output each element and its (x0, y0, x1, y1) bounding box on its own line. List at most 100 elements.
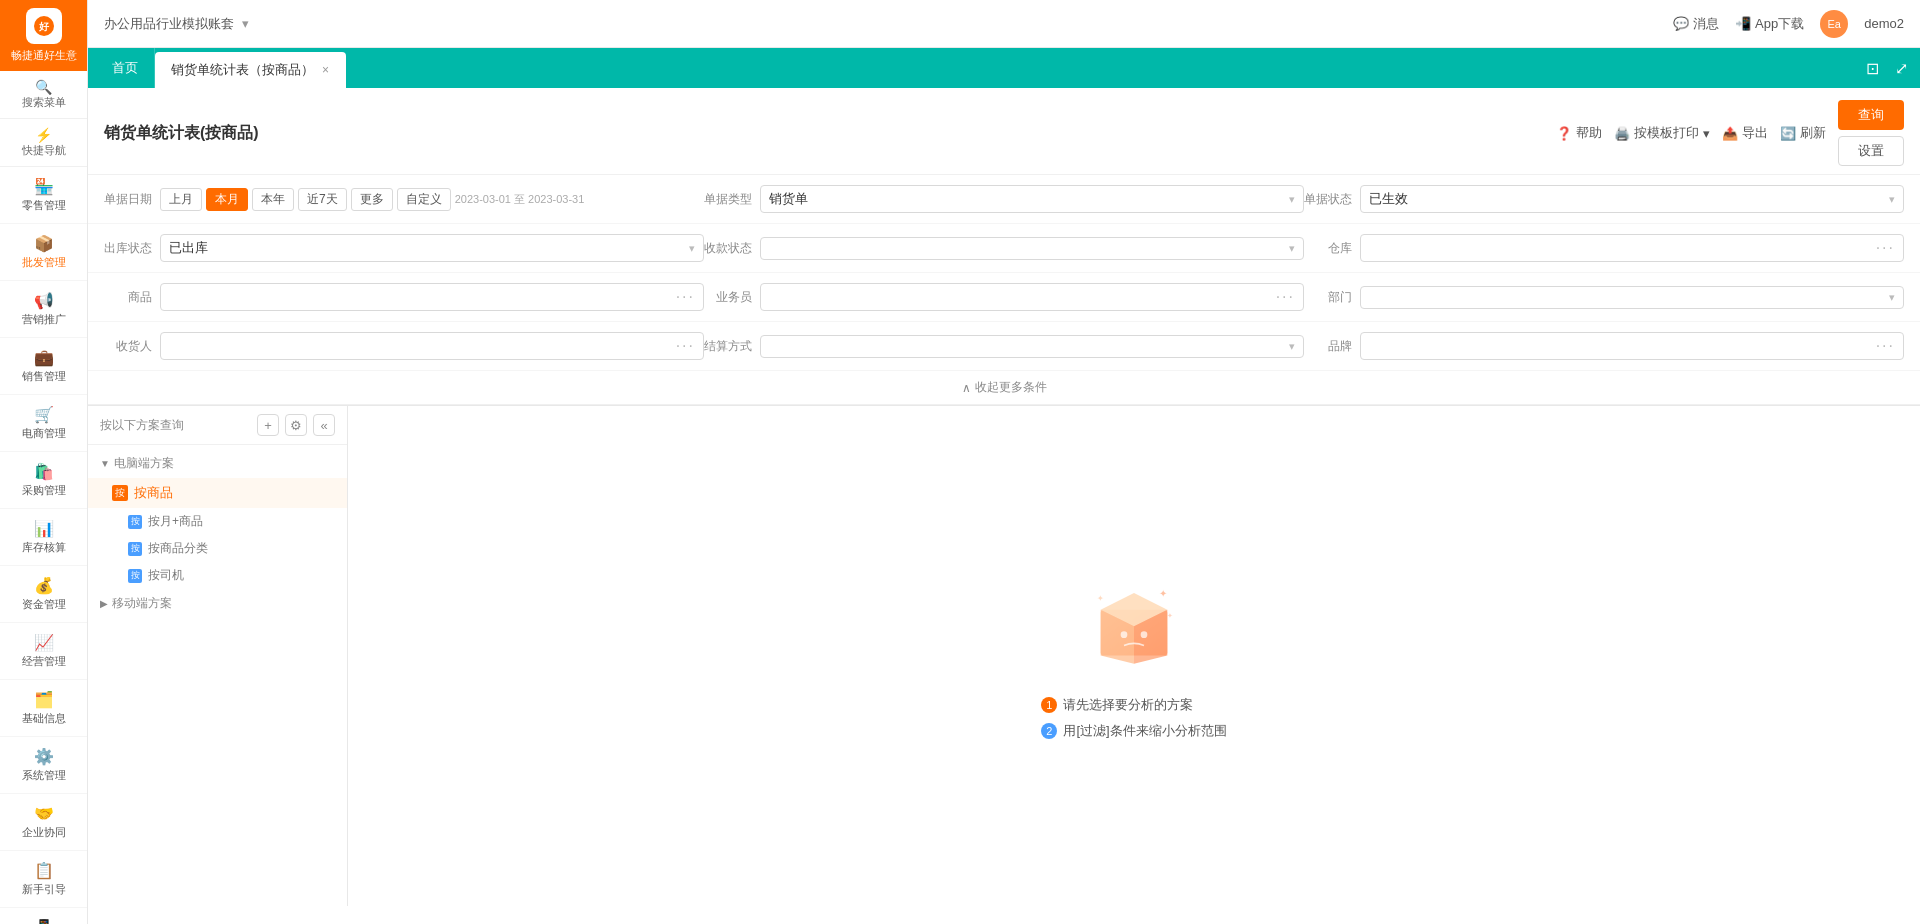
refresh-button[interactable]: 🔄 刷新 (1780, 124, 1826, 142)
warehouse-dots-icon: ··· (1876, 239, 1895, 257)
scheme-by-goods[interactable]: 按 按商品 (88, 478, 347, 508)
status-arrow-icon: ▾ (1889, 193, 1895, 206)
filter-area: 单据日期 上月 本月 本年 近7天 更多 自定义 2023-03-01 至 20… (88, 175, 1920, 406)
payment-label: 结算方式 (704, 338, 752, 355)
sidebar-item-marketing[interactable]: 📢 营销推广 (0, 281, 87, 338)
receipt-select[interactable]: ▾ (760, 237, 1304, 260)
date-btn-7days[interactable]: 近7天 (298, 188, 347, 211)
panel-header: 按以下方案查询 + ⚙ « (88, 406, 347, 445)
staff-label: 业务员 (704, 289, 752, 306)
goods-label: 商品 (104, 289, 152, 306)
filter-date-field: 单据日期 上月 本月 本年 近7天 更多 自定义 2023-03-01 至 20… (104, 188, 704, 211)
sub-icon-category: 按 (128, 542, 142, 556)
sidebar-item-appstore[interactable]: 📱 应用中心 (0, 908, 87, 924)
scheme-tree: ▼ 电脑端方案 按 按商品 按 按月+商品 按 (88, 445, 347, 622)
receiver-input[interactable]: ··· (160, 332, 704, 360)
desktop-arrow-icon: ▼ (100, 458, 110, 469)
brand-label: 品牌 (1304, 338, 1352, 355)
print-button[interactable]: 🖨️ 按模板打印 ▾ (1614, 124, 1710, 142)
empty-illustration: ✦ ✦ ✦ (1084, 568, 1184, 668)
mobile-group[interactable]: ▶ 移动端方案 (88, 589, 347, 618)
header: 办公用品行业模拟账套 ▾ 💬 消息 📲 App下载 Ea demo2 (88, 0, 1920, 48)
date-btn-this-month[interactable]: 本月 (206, 188, 248, 211)
warehouse-input[interactable]: ··· (1360, 234, 1904, 262)
sidebar-logo: 好 畅捷通好生意 (0, 0, 88, 71)
staff-dots-icon: ··· (1276, 288, 1295, 306)
scheme-by-driver[interactable]: 按 按司机 (88, 562, 347, 589)
sidebar-item-enterprise[interactable]: 🤝 企业协同 (0, 794, 87, 851)
query-button[interactable]: 查询 (1838, 100, 1904, 130)
page-actions: ❓ 帮助 🖨️ 按模板打印 ▾ 📤 导出 🔄 刷新 (1556, 100, 1904, 166)
stockout-arrow-icon: ▾ (689, 242, 695, 255)
left-panel: 按以下方案查询 + ⚙ « ▼ 电脑端方案 (88, 406, 348, 906)
tip-num-1: 1 (1041, 697, 1057, 713)
payment-select[interactable]: ▾ (760, 335, 1304, 358)
sidebar-item-basic[interactable]: 🗂️ 基础信息 (0, 680, 87, 737)
date-btn-custom[interactable]: 自定义 (397, 188, 451, 211)
main-area: 办公用品行业模拟账套 ▾ 💬 消息 📲 App下载 Ea demo2 首页 销货… (88, 0, 1920, 924)
settings-button[interactable]: 设置 (1838, 136, 1904, 166)
message-button[interactable]: 💬 消息 (1673, 15, 1719, 33)
filter-staff-field: 业务员 ··· (704, 283, 1304, 311)
collapse-filter-button[interactable]: ∧ 收起更多条件 (88, 371, 1920, 405)
sidebar-item-system[interactable]: ⚙️ 系统管理 (0, 737, 87, 794)
status-select[interactable]: 已生效 ▾ (1360, 185, 1904, 213)
tab-home[interactable]: 首页 (96, 48, 155, 88)
tab-close-icon[interactable]: × (322, 63, 329, 77)
scheme-icon-goods: 按 (112, 485, 128, 501)
message-icon: 💬 (1673, 16, 1689, 31)
sidebar-item-wholesale[interactable]: 📦 批发管理 (0, 224, 87, 281)
brand-input[interactable]: ··· (1360, 332, 1904, 360)
type-select[interactable]: 销货单 ▾ (760, 185, 1304, 213)
add-scheme-button[interactable]: + (257, 414, 279, 436)
sidebar-item-finance[interactable]: 💰 资金管理 (0, 566, 87, 623)
panel-title: 按以下方案查询 (100, 417, 184, 434)
logo-icon: 好 (26, 8, 62, 44)
sidebar-search-menu[interactable]: 🔍 搜索菜单 (0, 71, 87, 119)
date-btn-more[interactable]: 更多 (351, 188, 393, 211)
desktop-group[interactable]: ▼ 电脑端方案 (88, 449, 347, 478)
sidebar-quick-nav[interactable]: ⚡ 快捷导航 (0, 119, 87, 167)
receipt-label: 收款状态 (704, 240, 752, 257)
stockout-select[interactable]: 已出库 ▾ (160, 234, 704, 262)
help-button[interactable]: ❓ 帮助 (1556, 124, 1602, 142)
date-btn-last-month[interactable]: 上月 (160, 188, 202, 211)
goods-dots-icon: ··· (676, 288, 695, 306)
payment-arrow-icon: ▾ (1289, 340, 1295, 353)
tabbar: 首页 销货单统计表（按商品） × ⊡ ⤢ (88, 48, 1920, 88)
sidebar-item-inventory[interactable]: 📊 库存核算 (0, 509, 87, 566)
username-label[interactable]: demo2 (1864, 16, 1904, 31)
export-button[interactable]: 📤 导出 (1722, 124, 1768, 142)
sidebar-item-ecommerce[interactable]: 🛒 电商管理 (0, 395, 87, 452)
print-dropdown-icon[interactable]: ▾ (1703, 126, 1710, 141)
tab-minimize-icon[interactable]: ⊡ (1862, 55, 1883, 82)
scheme-by-category[interactable]: 按 按商品分类 (88, 535, 347, 562)
date-btn-this-year[interactable]: 本年 (252, 188, 294, 211)
sidebar-item-operation[interactable]: 📈 经营管理 (0, 623, 87, 680)
sidebar-item-retail[interactable]: 🏪 零售管理 (0, 167, 87, 224)
tab-expand-icon[interactable]: ⤢ (1891, 55, 1912, 82)
sidebar-item-purchase[interactable]: 🛍️ 采购管理 (0, 452, 87, 509)
sidebar-item-guide[interactable]: 📋 新手引导 (0, 851, 87, 908)
header-dropdown-icon[interactable]: ▾ (242, 16, 249, 31)
dept-select[interactable]: ▾ (1360, 286, 1904, 309)
goods-input[interactable]: ··· (160, 283, 704, 311)
staff-input[interactable]: ··· (760, 283, 1304, 311)
empty-state: ✦ ✦ ✦ 1 请先选择要分析的方案 2 (348, 488, 1920, 824)
scheme-by-month-goods[interactable]: 按 按月+商品 (88, 508, 347, 535)
print-icon: 🖨️ (1614, 126, 1630, 141)
receiver-label: 收货人 (104, 338, 152, 355)
svg-text:✦: ✦ (1159, 588, 1167, 599)
tab-sales-statistics[interactable]: 销货单统计表（按商品） × (155, 52, 346, 88)
svg-text:✦: ✦ (1097, 593, 1104, 603)
settings-scheme-button[interactable]: ⚙ (285, 414, 307, 436)
panel-actions: + ⚙ « (257, 414, 335, 436)
collapse-panel-button[interactable]: « (313, 414, 335, 436)
page-header: 销货单统计表(按商品) ❓ 帮助 🖨️ 按模板打印 ▾ 📤 导出 (88, 88, 1920, 175)
user-avatar[interactable]: Ea (1820, 10, 1848, 38)
svg-point-7 (1141, 631, 1148, 638)
filter-status-field: 单据状态 已生效 ▾ (1304, 185, 1904, 213)
app-download-button[interactable]: 📲 App下载 (1735, 15, 1804, 33)
main-result-area: ✦ ✦ ✦ 1 请先选择要分析的方案 2 (348, 406, 1920, 906)
sidebar-item-sales[interactable]: 💼 销售管理 (0, 338, 87, 395)
